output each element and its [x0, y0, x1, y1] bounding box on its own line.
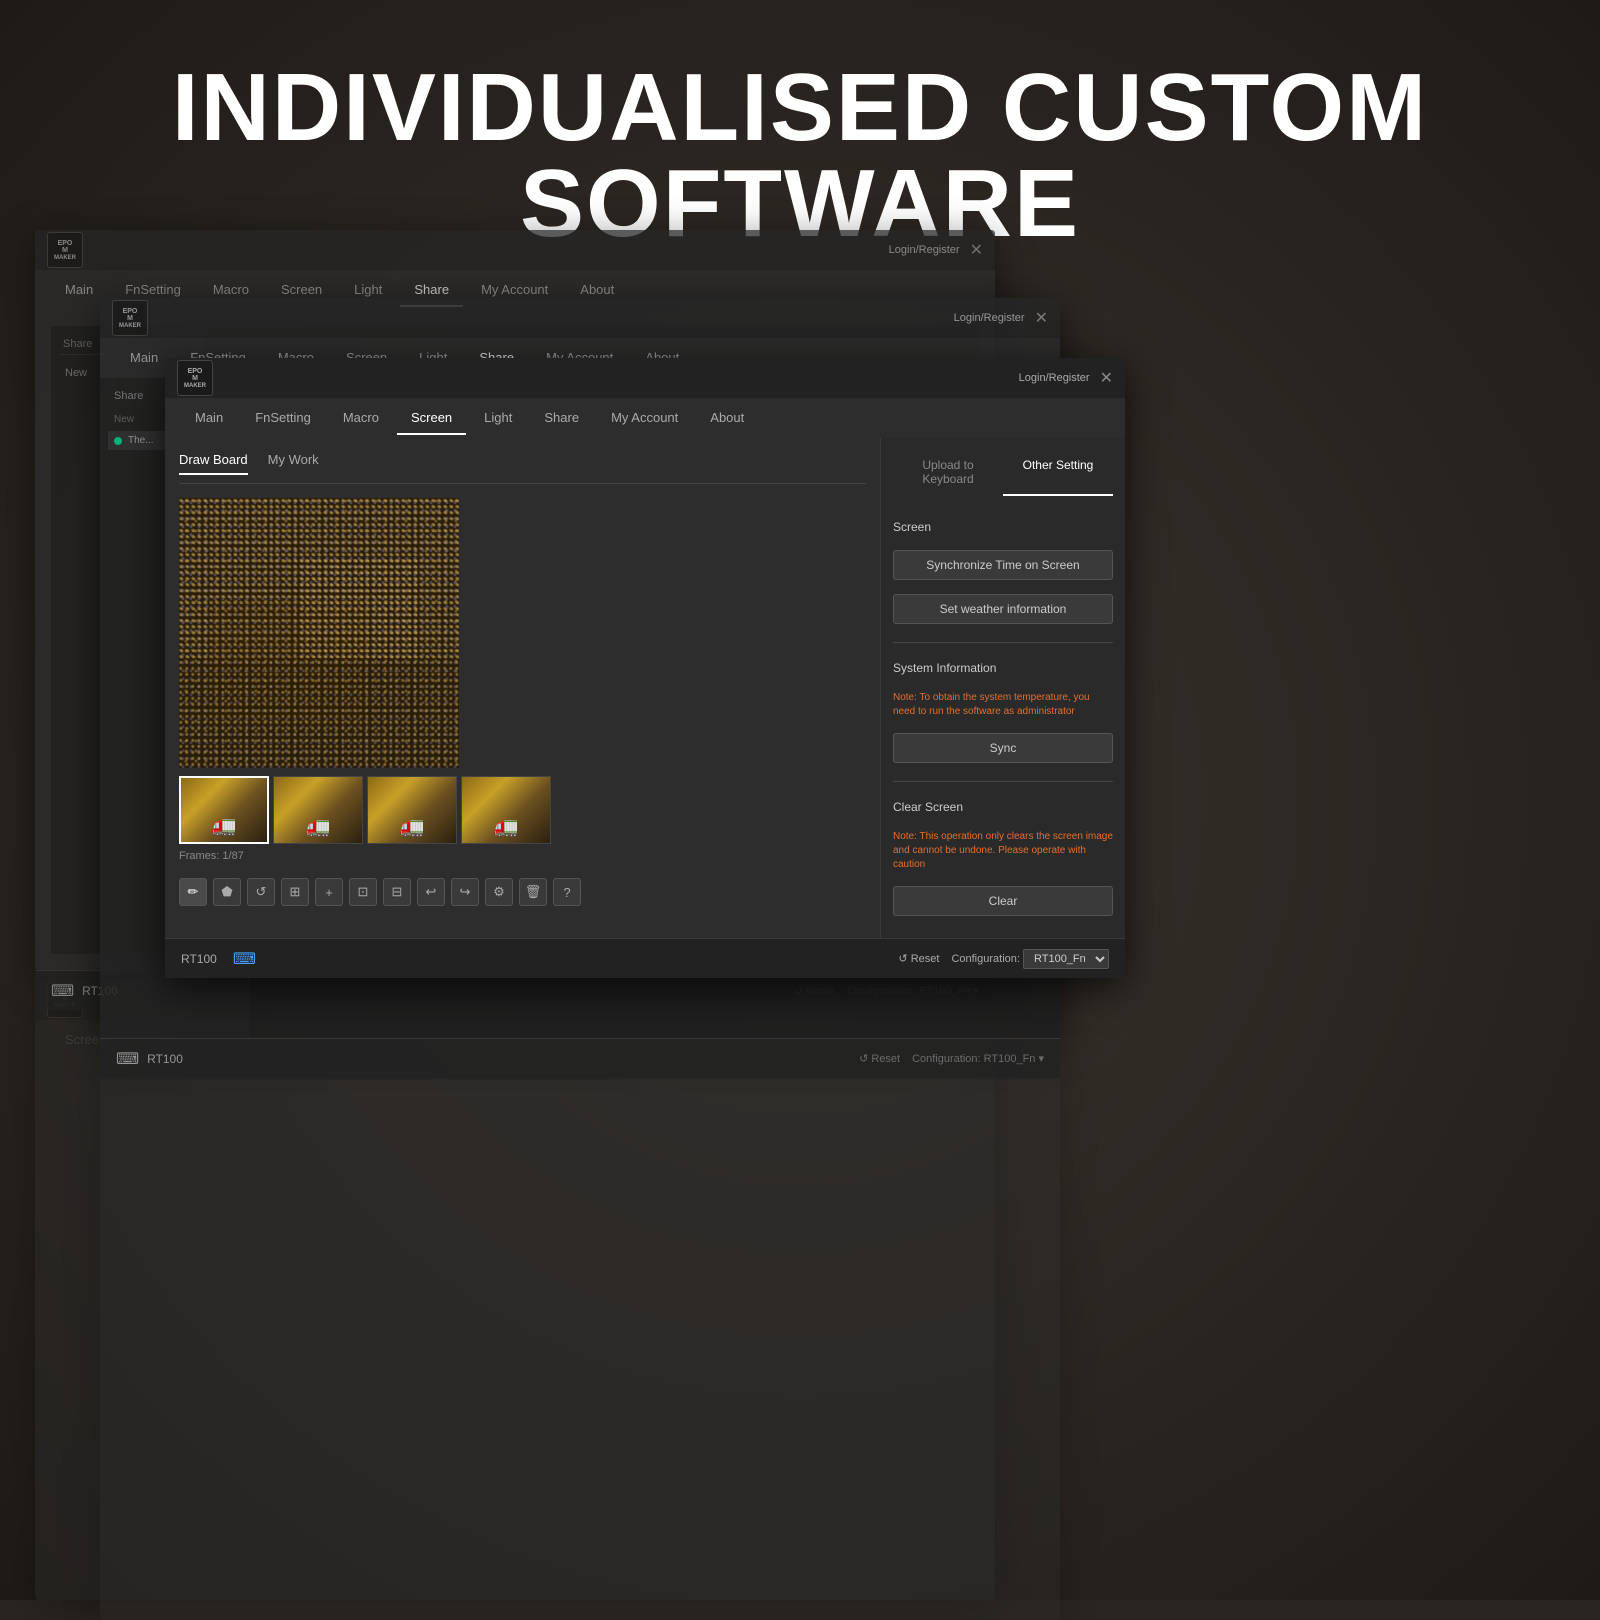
- frames-counter: Frames: 1/87: [179, 850, 866, 862]
- device-label-3: RT100: [181, 952, 217, 966]
- tool-bar: ✏ ⬟ ↺ ⊞ + ⊡ ⊟ ↩ ↪ ⚙ 🗑 ?: [179, 872, 866, 912]
- thumb-img-1: [181, 778, 267, 842]
- nav-light-3[interactable]: Light: [470, 402, 526, 435]
- section-clear-label: Clear Screen: [893, 800, 1113, 814]
- tool-pencil[interactable]: ✏: [179, 878, 207, 906]
- config-label-2: Configuration: RT100_Fn ▾: [912, 1052, 1044, 1065]
- logo-box-2: EPOMMAKER: [112, 300, 148, 336]
- nav-screen-3[interactable]: Screen: [397, 402, 466, 435]
- keyboard-icon-2: ⌨: [116, 1049, 139, 1069]
- btn-sync[interactable]: Sync: [893, 733, 1113, 763]
- filmstrip: [179, 776, 866, 846]
- right-panel: Upload to Keyboard Other Setting Screen …: [880, 438, 1125, 938]
- btn-sync-time[interactable]: Synchronize Time on Screen: [893, 550, 1113, 580]
- tool-delete[interactable]: 🗑: [519, 878, 547, 906]
- nav-share-3[interactable]: Share: [530, 402, 593, 435]
- close-btn-1[interactable]: ✕: [970, 240, 983, 260]
- nav-fnsetting-3[interactable]: FnSetting: [241, 402, 325, 435]
- btn-weather[interactable]: Set weather information: [893, 594, 1113, 624]
- btn-clear[interactable]: Clear: [893, 886, 1113, 916]
- titlebar-3: EPOMMAKER Login/Register ✕: [165, 358, 1125, 398]
- logo-1: EPOMMAKER: [47, 232, 83, 268]
- canvas-image: [179, 498, 459, 768]
- tab-other-setting[interactable]: Other Setting: [1003, 450, 1113, 496]
- tool-undo[interactable]: ↩: [417, 878, 445, 906]
- dot-text-2: The...: [128, 435, 154, 446]
- tool-grid[interactable]: ⊞: [281, 878, 309, 906]
- system-note: Note: To obtain the system temperature, …: [893, 691, 1113, 719]
- tool-eraser[interactable]: ⬟: [213, 878, 241, 906]
- tool-settings[interactable]: ⚙: [485, 878, 513, 906]
- tab-upload-keyboard[interactable]: Upload to Keyboard: [893, 450, 1003, 496]
- titlebar-1: EPOMMAKER Login/Register ✕: [35, 230, 995, 270]
- page-headline: INDIVIDUALISED CUSTOM SOFTWARE: [0, 60, 1600, 252]
- logo-2: EPOMMAKER: [112, 300, 148, 336]
- reset-btn-2[interactable]: ↺ Reset: [859, 1052, 900, 1065]
- reset-btn-3[interactable]: ↺ Reset: [898, 952, 939, 965]
- thumb-img-2: [274, 777, 362, 843]
- tab-draw-board[interactable]: Draw Board: [179, 452, 248, 475]
- window-front: EPOMMAKER Login/Register ✕ Main FnSettin…: [165, 358, 1125, 978]
- tool-remove[interactable]: ⊟: [383, 878, 411, 906]
- keyboard-icon-3: ⌨: [233, 949, 256, 969]
- tool-add[interactable]: +: [315, 878, 343, 906]
- section-screen-label: Screen: [893, 520, 1113, 534]
- nav-myaccount-3[interactable]: My Account: [597, 402, 692, 435]
- device-name-3: RT100: [181, 952, 217, 966]
- nav-macro-3[interactable]: Macro: [329, 402, 393, 435]
- nav-main-2[interactable]: Main: [116, 342, 172, 375]
- divider-1: [893, 642, 1113, 643]
- nav-bar-3: Main FnSetting Macro Screen Light Share …: [165, 398, 1125, 438]
- status-bar-2: ⌨ RT100 ↺ Reset Configuration: RT100_Fn …: [100, 1038, 1060, 1078]
- nav-about-3[interactable]: About: [696, 402, 758, 435]
- tool-select[interactable]: ⊡: [349, 878, 377, 906]
- tool-help[interactable]: ?: [553, 878, 581, 906]
- login-link-3[interactable]: Login/Register: [1019, 372, 1090, 384]
- green-dot-2: [114, 437, 122, 445]
- login-link-2[interactable]: Login/Register: [954, 312, 1025, 324]
- keyboard-icon-1: ⌨: [51, 981, 74, 1001]
- section-system-label: System Information: [893, 661, 1113, 675]
- config-label-3: Configuration: RT100_Fn: [951, 949, 1109, 969]
- titlebar-2: EPOMMAKER Login/Register ✕: [100, 298, 1060, 338]
- thumb-3[interactable]: [367, 776, 457, 844]
- close-btn-2[interactable]: ✕: [1035, 308, 1048, 328]
- nav-main-1[interactable]: Main: [51, 274, 107, 307]
- status-bar-3: RT100 ⌨ ↺ Reset Configuration: RT100_Fn: [165, 938, 1125, 978]
- thumb-img-3: [368, 777, 456, 843]
- thumb-img-4: [462, 777, 550, 843]
- tool-redo[interactable]: ↪: [451, 878, 479, 906]
- tab-my-work[interactable]: My Work: [268, 452, 319, 475]
- panel-tab-bar: Upload to Keyboard Other Setting: [893, 450, 1113, 496]
- device-label-2: ⌨ RT100: [116, 1049, 183, 1069]
- tool-rotate[interactable]: ↺: [247, 878, 275, 906]
- clear-note: Note: This operation only clears the scr…: [893, 830, 1113, 872]
- logo-box-1: EPOMMAKER: [47, 232, 83, 268]
- window-shadow-2: EPOMMAKER: [100, 1040, 1060, 1620]
- divider-2: [893, 781, 1113, 782]
- inner-tab-bar: Draw Board My Work: [179, 452, 866, 484]
- close-btn-3[interactable]: ✕: [1100, 368, 1113, 388]
- nav-main-3[interactable]: Main: [181, 402, 237, 435]
- draw-canvas[interactable]: [179, 498, 459, 768]
- logo-box-3: EPOMMAKER: [177, 360, 213, 396]
- thumb-1[interactable]: [179, 776, 269, 844]
- config-select-3[interactable]: RT100_Fn: [1023, 949, 1109, 969]
- thumb-4[interactable]: [461, 776, 551, 844]
- pixel-art-svg: [179, 498, 459, 768]
- thumb-2[interactable]: [273, 776, 363, 844]
- logo-3: EPOMMAKER: [177, 360, 213, 396]
- login-link-1[interactable]: Login/Register: [889, 244, 960, 256]
